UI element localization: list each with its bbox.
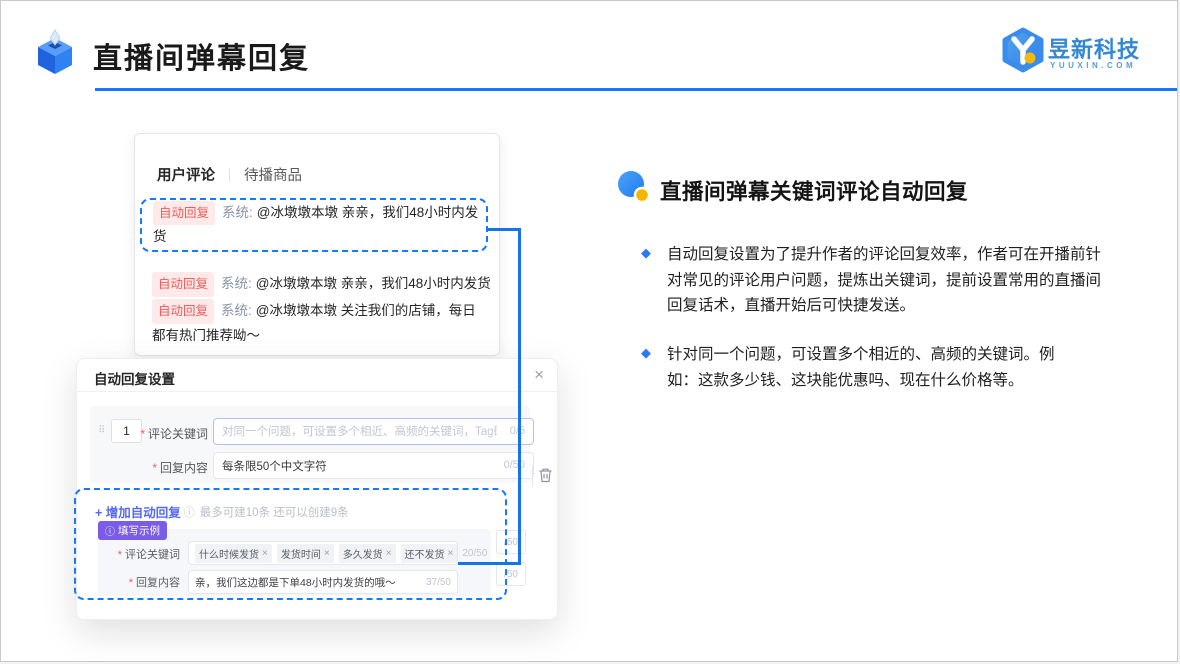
- tag-remove-icon[interactable]: ×: [324, 548, 330, 559]
- tab-pending-products[interactable]: 待播商品: [244, 164, 302, 185]
- keyword-input[interactable]: [214, 419, 533, 444]
- connector-line-vertical: [518, 228, 521, 565]
- connector-line-top: [487, 228, 521, 231]
- add-auto-reply-hint: 最多可建10条 还可以创建9条: [199, 506, 349, 519]
- auto-reply-badge: 自动回复: [153, 200, 216, 226]
- info-icon: ⓘ: [183, 506, 195, 519]
- connector-line-bottom: [458, 562, 518, 565]
- add-auto-reply-row: + 增加自动回复 ⓘ 最多可建10条 还可以创建9条: [95, 502, 349, 521]
- keyword-tag[interactable]: 多久发货 ×: [338, 543, 396, 563]
- keyword-tag[interactable]: 发货时间 ×: [276, 543, 334, 563]
- example-keyword-counter: 20/50: [462, 547, 488, 559]
- reply-counter: 0/50: [503, 459, 525, 471]
- feature-bullet-2: 针对同一个问题，可设置多个相近的、高频的关键词。例 如：这款多少钱、这块能优惠吗…: [667, 346, 1055, 389]
- reply-rule-row-group: ⠿ 1 *评论关键词 0/5 *回复内容 0/50: [90, 406, 534, 483]
- page-title: 直播间弹幕回复: [93, 43, 311, 75]
- tab-bar: 用户评论 待播商品: [157, 164, 302, 185]
- page: 直播间弹幕回复 昱新科技 YUUXIN.COM 用户评论 待播商品 自动回复 系统…: [0, 0, 1178, 662]
- brand-y-icon: [1001, 27, 1045, 78]
- message-text: @冰墩墩本墩 亲亲，我们48小时内发货: [255, 276, 491, 291]
- tag-remove-icon[interactable]: ×: [386, 548, 392, 559]
- delete-icon[interactable]: [538, 467, 553, 488]
- keyword-tag[interactable]: 还不发货 ×: [400, 543, 458, 563]
- reply-input[interactable]: [214, 453, 533, 478]
- diamond-bullet-icon: ◆: [641, 345, 651, 360]
- fill-example-panel: ⓘ 填写示例 * 评论关键词 什么时候发货 × 发货时间 × 多久发货 × 还不发货 × 2…: [98, 521, 491, 596]
- diamond-bullet-icon: ◆: [641, 245, 651, 260]
- tag-remove-icon[interactable]: ×: [448, 548, 454, 559]
- tab-divider: [229, 167, 230, 182]
- brand-domain: YUUXIN.COM: [1050, 61, 1137, 70]
- message-sender: 系统:: [221, 276, 252, 291]
- comment-panel: 用户评论 待播商品 自动回复 系统: @冰墩墩本墩 亲亲，我们48小时内发货 自动回…: [134, 133, 500, 356]
- info-icon: ⓘ: [105, 527, 115, 538]
- modal-header: 自动回复设置 ×: [77, 359, 557, 392]
- keyword-tag[interactable]: 什么时候发货 ×: [195, 543, 272, 563]
- example-keyword-input[interactable]: 什么时候发货 × 发货时间 × 多久发货 × 还不发货 × 20/50: [188, 541, 487, 565]
- reply-input-wrap: 0/50: [213, 452, 534, 479]
- highlighted-auto-reply-message: 自动回复 系统: @冰墩墩本墩 亲亲，我们48小时内发货: [140, 198, 488, 252]
- auto-reply-badge: 自动回复: [152, 299, 215, 324]
- keyword-label: * 评论关键词: [140, 427, 208, 441]
- required-mark: *: [140, 427, 145, 441]
- auto-reply-message: 自动回复 系统: @冰墩墩本墩 关注我们的店铺，每日都有热门推荐呦～: [152, 299, 488, 348]
- example-reply-counter: 37/50: [425, 576, 451, 588]
- modal-title: 自动回复设置: [94, 372, 175, 387]
- auto-reply-message: 自动回复 系统: @冰墩墩本墩 亲亲，我们48小时内发货: [152, 272, 492, 297]
- example-reply-label: * 回复内容: [128, 577, 180, 589]
- keyword-input-wrap: 0/5: [213, 418, 534, 445]
- tab-user-comments[interactable]: 用户评论: [157, 164, 215, 185]
- feature-heading: 直播间弹幕关键词评论自动回复: [660, 180, 969, 204]
- example-highlight-overlay: + 增加自动回复 ⓘ 最多可建10条 还可以创建9条 ⓘ 填写示例 * 评论关键词 …: [74, 488, 507, 600]
- message-sender: 系统:: [221, 303, 252, 318]
- message-sender: 系统:: [222, 204, 253, 220]
- tag-remove-icon[interactable]: ×: [262, 548, 268, 559]
- brand-name: 昱新科技: [1048, 37, 1141, 62]
- required-mark: *: [128, 577, 133, 589]
- example-reply-input-wrap: 37/50: [188, 570, 458, 594]
- feature-dot-icon: [616, 169, 652, 210]
- example-reply-input[interactable]: [195, 576, 426, 588]
- message-line: 自动回复 系统: @冰墩墩本墩 亲亲，我们48小时内发货: [153, 200, 486, 250]
- drag-handle-icon[interactable]: ⠿: [98, 425, 105, 436]
- cube-logo-icon: [34, 29, 76, 80]
- title-underline: [95, 88, 1177, 91]
- reply-label: * 回复内容: [152, 461, 208, 475]
- fill-example-badge: ⓘ 填写示例: [98, 521, 167, 540]
- required-mark: *: [117, 549, 122, 561]
- auto-reply-settings-modal: 自动回复设置 × ⠿ 1 *评论关键词 0/5 *回复内容 0/50: [74, 358, 558, 620]
- feature-bullet-1: 自动回复设置为了提升作者的评论回复效率，作者可在开播前针 对常见的评论用户问题，…: [667, 246, 1102, 315]
- auto-reply-badge: 自动回复: [152, 272, 215, 297]
- example-keyword-label: * 评论关键词: [117, 549, 180, 561]
- required-mark: *: [152, 461, 157, 475]
- add-auto-reply-button[interactable]: + 增加自动回复: [95, 502, 181, 521]
- row-actions-divider: [532, 466, 533, 486]
- close-icon[interactable]: ×: [534, 365, 544, 385]
